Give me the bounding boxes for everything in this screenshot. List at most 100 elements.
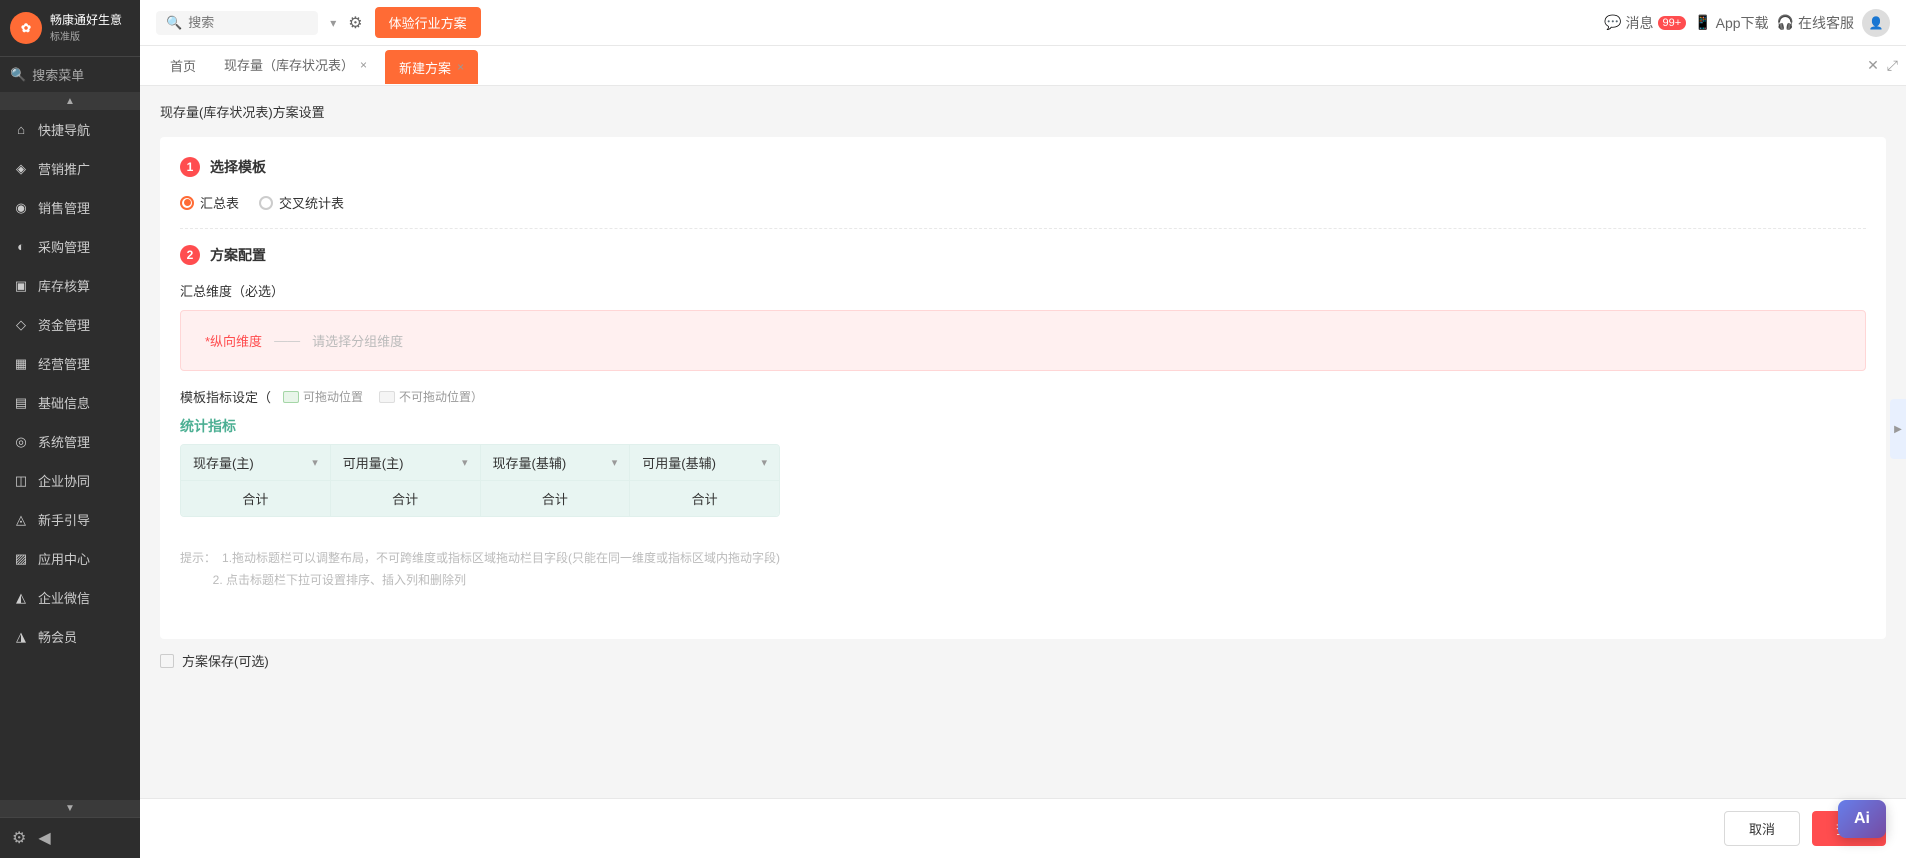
- stats-table-header: 现存量(主) ▾ 合计 可用量(主) ▾ 合计: [181, 445, 779, 516]
- radio-cross-circle: [259, 196, 273, 210]
- sidebar-logo: ✿ 畅康通好生意 标准版: [0, 0, 140, 57]
- message-icon: 💬: [1604, 14, 1621, 31]
- online-service-btn[interactable]: 🎧 在线客服: [1777, 13, 1854, 33]
- dim-placeholder: 请选择分组维度: [312, 331, 403, 350]
- tab-home[interactable]: 首页: [156, 48, 210, 83]
- settings-card: 1 选择模板 汇总表 交叉统计表 2 方案配置 汇总维度（必选）: [160, 137, 1886, 639]
- topbar-settings-icon[interactable]: ⚙: [348, 13, 362, 33]
- sidebar-item-label: 营销推广: [38, 159, 90, 178]
- tabs-bar: 首页 现存量（库存状况表） × 新建方案 × ✕ ⤢: [140, 46, 1906, 86]
- app-download-icon: 📱: [1694, 14, 1711, 31]
- sidebar-item-finance[interactable]: ◇ 资金管理: [0, 305, 140, 344]
- page-content: 现存量(库存状况表)方案设置 1 选择模板 汇总表 交叉统计表 2: [140, 86, 1906, 798]
- tab-new-close[interactable]: ×: [457, 60, 464, 74]
- radio-cross[interactable]: 交叉统计表: [259, 193, 344, 212]
- quick-nav-icon: ⌂: [12, 121, 30, 139]
- sidebar-item-basic-info[interactable]: ▤ 基础信息: [0, 383, 140, 422]
- radio-summary-label: 汇总表: [200, 193, 239, 212]
- sidebar-item-purchase[interactable]: ◐ 采购管理: [0, 227, 140, 266]
- sidebar-item-member[interactable]: ◮ 畅会员: [0, 617, 140, 656]
- tab-inventory-status[interactable]: 现存量（库存状况表） ×: [210, 46, 381, 85]
- tab-new-scheme[interactable]: 新建方案 ×: [385, 50, 478, 84]
- template-options: 汇总表 交叉统计表: [180, 193, 1866, 212]
- legend-draggable: 可拖动位置: [283, 388, 363, 405]
- stats-col-header-0[interactable]: 现存量(主) ▾: [181, 445, 330, 481]
- operation-icon: ▦: [12, 355, 30, 373]
- topbar-search-box[interactable]: 🔍: [156, 11, 318, 35]
- app-download-btn[interactable]: 📱 App下载: [1694, 13, 1768, 33]
- window-expand-btn[interactable]: ⤢: [1887, 57, 1898, 74]
- sidebar-item-system[interactable]: ◎ 系统管理: [0, 422, 140, 461]
- col-header-label-2: 现存量(基辅): [493, 453, 567, 472]
- sidebar-item-marketing[interactable]: ◈ 营销推广: [0, 149, 140, 188]
- save-label: 方案保存(可选): [182, 651, 269, 670]
- stats-col-header-2[interactable]: 现存量(基辅) ▾: [481, 445, 630, 481]
- sidebar-item-label: 企业微信: [38, 588, 90, 607]
- stats-col-2: 现存量(基辅) ▾ 合计: [481, 445, 631, 516]
- finance-icon: ◇: [12, 316, 30, 334]
- sidebar-search[interactable]: 🔍 搜索菜单: [0, 57, 140, 93]
- sidebar-item-label: 系统管理: [38, 432, 90, 451]
- stats-col-cell-1: 合计: [331, 481, 480, 516]
- sidebar-nav: ⌂ 快捷导航 ◈ 营销推广 ◉ 销售管理 ◐ 采购管理 ▣ 库存核算 ◇ 资金管…: [0, 110, 140, 800]
- indicator-legend: 可拖动位置 不可拖动位置）: [283, 388, 483, 405]
- stats-label: 统计指标: [180, 416, 1866, 436]
- tab-inventory-close[interactable]: ×: [360, 58, 367, 72]
- member-icon: ◮: [12, 628, 30, 646]
- not-draggable-box: [379, 391, 395, 403]
- main-area: 🔍 ▾ ⚙ 体验行业方案 💬 消息 99+ 📱 App下载 🎧 在线客服 👤: [140, 0, 1906, 858]
- sidebar-item-enterprise[interactable]: ◫ 企业协同: [0, 461, 140, 500]
- sidebar-item-label: 畅会员: [38, 627, 77, 646]
- scroll-down-btn[interactable]: ▼: [0, 800, 140, 817]
- col-dropdown-0[interactable]: ▾: [312, 456, 318, 469]
- collapse-icon[interactable]: ◀: [38, 828, 50, 848]
- radio-summary[interactable]: 汇总表: [180, 193, 239, 212]
- settings-icon[interactable]: ⚙: [12, 828, 26, 848]
- stats-table: 现存量(主) ▾ 合计 可用量(主) ▾ 合计: [180, 444, 780, 517]
- sidebar-item-sales[interactable]: ◉ 销售管理: [0, 188, 140, 227]
- inventory-icon: ▣: [12, 277, 30, 295]
- col-header-label-3: 可用量(基辅): [642, 453, 716, 472]
- topbar-actions: 💬 消息 99+ 📱 App下载 🎧 在线客服 👤: [1604, 9, 1890, 37]
- stats-col-header-3[interactable]: 可用量(基辅) ▾: [630, 445, 779, 481]
- tab-new-label: 新建方案: [399, 58, 451, 77]
- window-close-btn[interactable]: ✕: [1867, 57, 1879, 74]
- save-option: 方案保存(可选): [160, 651, 1886, 670]
- col-dropdown-3[interactable]: ▾: [761, 456, 767, 469]
- message-btn[interactable]: 💬 消息 99+: [1604, 13, 1686, 33]
- topbar-dropdown-icon[interactable]: ▾: [330, 16, 336, 30]
- sidebar: ✿ 畅康通好生意 标准版 🔍 搜索菜单 ▲ ⌂ 快捷导航 ◈ 营销推广 ◉ 销售…: [0, 0, 140, 858]
- dimension-box: *纵向维度 —— 请选择分组维度: [180, 310, 1866, 371]
- step2-num: 2: [180, 245, 200, 265]
- tips-box: 提示： 1.拖动标题栏可以调整布局，不可跨维度或指标区域拖动栏目字段(只能在同一…: [180, 536, 1866, 603]
- tab-inventory-label: 现存量（库存状况表）: [224, 55, 354, 74]
- tip-line-1: 提示： 1.拖动标题栏可以调整布局，不可跨维度或指标区域拖动栏目字段(只能在同一…: [180, 548, 1866, 570]
- cancel-button[interactable]: 取消: [1724, 811, 1800, 846]
- sidebar-item-operation[interactable]: ▦ 经营管理: [0, 344, 140, 383]
- sidebar-item-wechat[interactable]: ◭ 企业微信: [0, 578, 140, 617]
- sidebar-item-quick-nav[interactable]: ⌂ 快捷导航: [0, 110, 140, 149]
- right-panel-toggle[interactable]: ▶: [1890, 399, 1906, 459]
- sidebar-item-label: 库存核算: [38, 276, 90, 295]
- step1-header: 1 选择模板: [180, 157, 1866, 177]
- stats-col-header-1[interactable]: 可用量(主) ▾: [331, 445, 480, 481]
- scroll-up-btn[interactable]: ▲: [0, 93, 140, 110]
- online-service-label: 在线客服: [1798, 13, 1854, 33]
- sidebar-item-label: 资金管理: [38, 315, 90, 334]
- sidebar-item-guide[interactable]: ◬ 新手引导: [0, 500, 140, 539]
- industry-btn[interactable]: 体验行业方案: [375, 7, 481, 38]
- topbar-search-input[interactable]: [188, 15, 308, 30]
- required-mark: *纵向维度: [205, 331, 262, 350]
- ai-button[interactable]: Ai: [1838, 800, 1886, 838]
- step1-title: 选择模板: [210, 157, 266, 177]
- step1-num: 1: [180, 157, 200, 177]
- legend-not-draggable: 不可拖动位置）: [379, 388, 483, 405]
- sidebar-item-app-center[interactable]: ▨ 应用中心: [0, 539, 140, 578]
- tip1-text: 1.拖动标题栏可以调整布局，不可跨维度或指标区域拖动栏目字段(只能在同一维度或指…: [222, 548, 780, 570]
- sidebar-footer: ⚙ ◀: [0, 817, 140, 858]
- save-checkbox[interactable]: [160, 654, 174, 668]
- user-avatar[interactable]: 👤: [1862, 9, 1890, 37]
- col-dropdown-2[interactable]: ▾: [612, 456, 618, 469]
- sidebar-item-inventory[interactable]: ▣ 库存核算: [0, 266, 140, 305]
- col-dropdown-1[interactable]: ▾: [462, 456, 468, 469]
